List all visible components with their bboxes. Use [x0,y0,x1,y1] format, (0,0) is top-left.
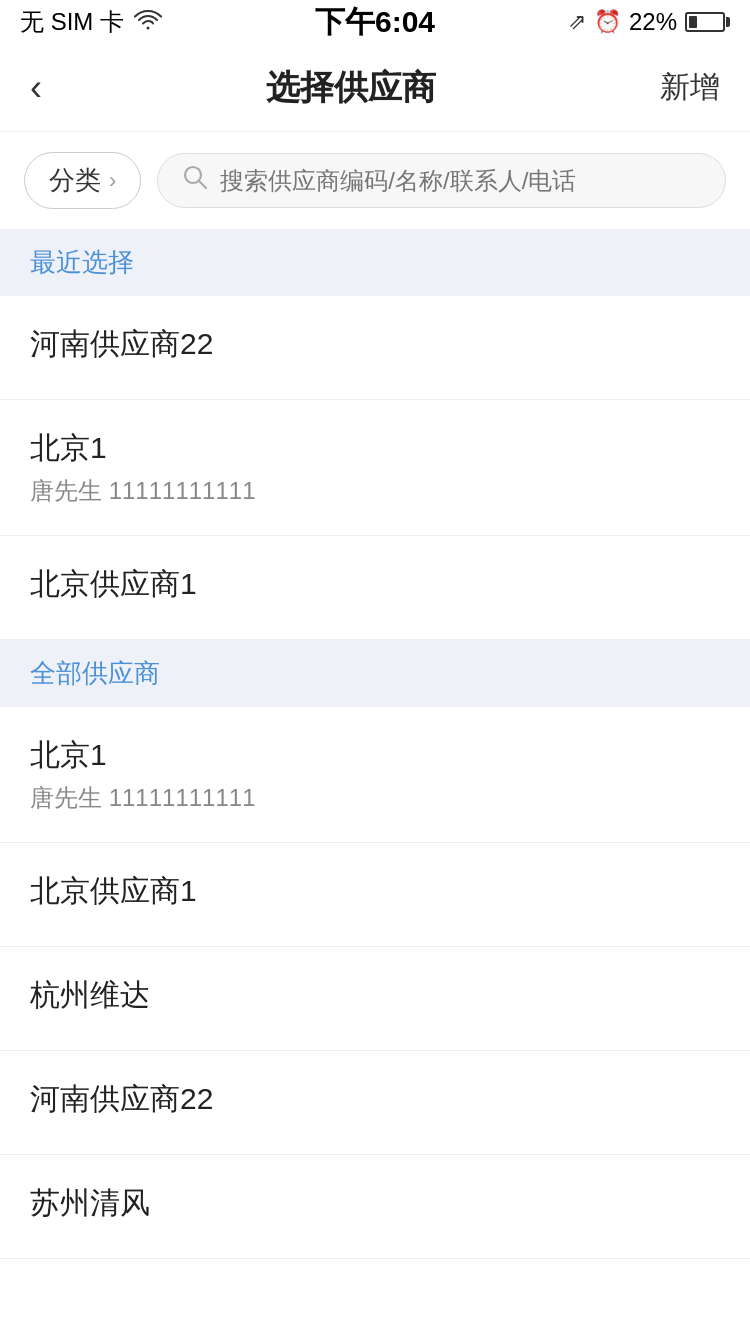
all-list: 北京1 唐先生 11111111111 北京供应商1 杭州维达河南供应商22 苏州清风 [0,707,750,1259]
all-section-label: 全部供应商 [30,658,160,688]
list-item[interactable]: 北京1 唐先生 11111111111 [0,400,750,536]
chevron-right-icon: › [109,168,116,194]
battery-percent: 22% [629,8,677,36]
list-item-sub: 唐先生 11111111111 [30,782,720,814]
back-button[interactable]: ‹ [30,67,42,109]
list-item-name: 北京供应商1 [30,564,720,605]
svg-line-1 [199,181,206,188]
status-left: 无 SIM 卡 [20,6,162,38]
recent-list: 河南供应商22 北京1 唐先生 11111111111 北京供应商1 [0,296,750,640]
list-item-name: 杭州维达 [30,975,720,1016]
search-box [157,153,726,208]
list-item-name: 北京供应商1 [30,871,720,912]
nav-bar: ‹ 选择供应商 新增 [0,44,750,132]
category-button[interactable]: 分类 › [24,152,141,209]
all-section-header: 全部供应商 [0,640,750,707]
battery-icon [685,12,730,32]
list-item[interactable]: 北京1 唐先生 11111111111 [0,707,750,843]
recent-section-label: 最近选择 [30,247,134,277]
add-button[interactable]: 新增 [660,67,720,108]
location-icon: ⇗ [568,9,586,35]
alarm-icon: ⏰ [594,9,621,35]
status-bar: 无 SIM 卡 下午6:04 ⇗ ⏰ 22% [0,0,750,44]
list-item-name: 苏州清风 [30,1183,720,1224]
list-item[interactable]: 北京供应商1 [0,843,750,947]
list-item-name: 河南供应商22 [30,324,720,365]
category-label: 分类 [49,163,101,198]
wifi-icon [134,8,162,36]
page-title: 选择供应商 [266,65,436,111]
status-right: ⇗ ⏰ 22% [568,8,730,36]
search-input[interactable] [220,167,701,195]
list-item[interactable]: 杭州维达 [0,947,750,1051]
carrier-text: 无 SIM 卡 [20,6,124,38]
list-item-name: 北京1 [30,735,720,776]
list-item[interactable]: 河南供应商22 [0,1051,750,1155]
recent-section-header: 最近选择 [0,229,750,296]
list-item-name: 河南供应商22 [30,1079,720,1120]
list-item-sub: 唐先生 11111111111 [30,475,720,507]
search-icon [182,164,208,197]
list-item[interactable]: 北京供应商1 [0,536,750,640]
list-item[interactable]: 河南供应商22 [0,296,750,400]
status-time: 下午6:04 [315,2,435,43]
filter-row: 分类 › [0,132,750,229]
list-item-name: 北京1 [30,428,720,469]
list-item[interactable]: 苏州清风 [0,1155,750,1259]
